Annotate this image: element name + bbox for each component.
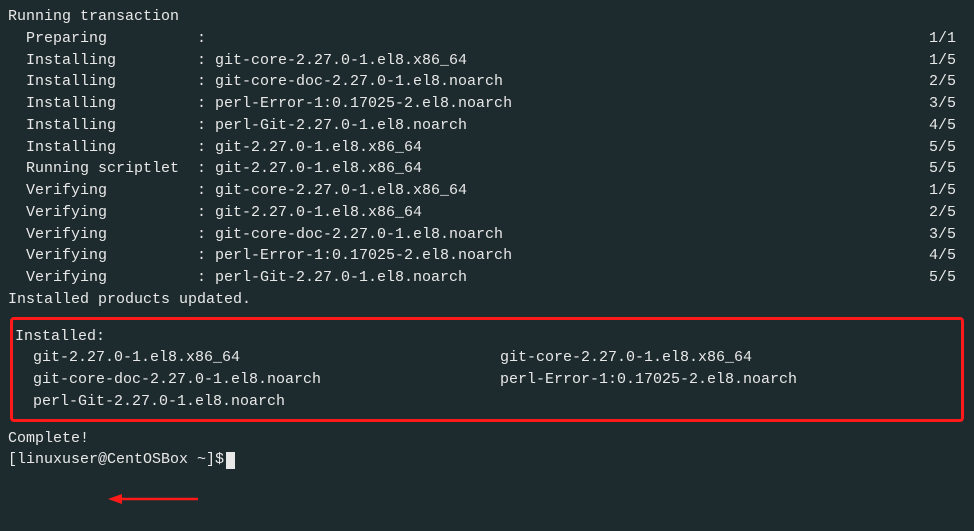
colon: : xyxy=(197,267,215,289)
transaction-row: Verifying: perl-Error-1:0.17025-2.el8.no… xyxy=(8,245,966,267)
progress-counter: 1/1 xyxy=(929,28,966,50)
package-name: git-2.27.0-1.el8.x86_64 xyxy=(215,137,929,159)
action-label: Preparing xyxy=(26,28,197,50)
colon: : xyxy=(197,115,215,137)
installed-grid: git-2.27.0-1.el8.x86_64 git-core-2.27.0-… xyxy=(15,347,959,412)
package-name: perl-Error-1:0.17025-2.el8.noarch xyxy=(215,93,929,115)
complete-message: Complete! xyxy=(8,428,966,450)
action-label: Installing xyxy=(26,50,197,72)
action-label: Verifying xyxy=(26,202,197,224)
transaction-lines: Preparing: 1/1 Installing: git-core-2.27.… xyxy=(8,28,966,289)
installed-item: perl-Git-2.27.0-1.el8.noarch xyxy=(33,391,492,413)
transaction-row: Preparing: 1/1 xyxy=(8,28,966,50)
progress-counter: 2/5 xyxy=(929,202,966,224)
progress-counter: 5/5 xyxy=(929,158,966,180)
colon: : xyxy=(197,245,215,267)
transaction-row: Verifying: git-2.27.0-1.el8.x86_642/5 xyxy=(8,202,966,224)
package-name: git-core-2.27.0-1.el8.x86_64 xyxy=(215,50,929,72)
colon: : xyxy=(197,93,215,115)
action-label: Running scriptlet xyxy=(26,158,197,180)
colon: : xyxy=(197,158,215,180)
cursor-block-icon xyxy=(226,452,235,469)
action-label: Verifying xyxy=(26,180,197,202)
action-label: Verifying xyxy=(26,224,197,246)
colon: : xyxy=(197,28,215,50)
installed-item: perl-Error-1:0.17025-2.el8.noarch xyxy=(500,369,959,391)
progress-counter: 3/5 xyxy=(929,93,966,115)
action-label: Installing xyxy=(26,115,197,137)
colon: : xyxy=(197,137,215,159)
installed-highlight-box: Installed: git-2.27.0-1.el8.x86_64 git-c… xyxy=(10,317,964,422)
colon: : xyxy=(197,50,215,72)
package-name xyxy=(215,28,929,50)
progress-counter: 4/5 xyxy=(929,245,966,267)
package-name: perl-Git-2.27.0-1.el8.noarch xyxy=(215,115,929,137)
transaction-header: Running transaction xyxy=(8,6,966,28)
colon: : xyxy=(197,202,215,224)
action-label: Verifying xyxy=(26,267,197,289)
progress-counter: 1/5 xyxy=(929,180,966,202)
progress-counter: 3/5 xyxy=(929,224,966,246)
shell-prompt: [linuxuser@CentOSBox ~]$ xyxy=(8,449,224,471)
package-name: git-core-2.27.0-1.el8.x86_64 xyxy=(215,180,929,202)
transaction-row: Installing: perl-Error-1:0.17025-2.el8.n… xyxy=(8,93,966,115)
arrow-annotation-icon xyxy=(108,492,198,506)
action-label: Installing xyxy=(26,137,197,159)
transaction-row: Verifying: git-core-2.27.0-1.el8.x86_641… xyxy=(8,180,966,202)
transaction-row: Running scriptlet: git-2.27.0-1.el8.x86_… xyxy=(8,158,966,180)
package-name: git-core-doc-2.27.0-1.el8.noarch xyxy=(215,224,929,246)
transaction-row: Verifying: git-core-doc-2.27.0-1.el8.noa… xyxy=(8,224,966,246)
transaction-row: Verifying: perl-Git-2.27.0-1.el8.noarch5… xyxy=(8,267,966,289)
transaction-row: Installing: git-2.27.0-1.el8.x86_645/5 xyxy=(8,137,966,159)
transaction-row: Installing: perl-Git-2.27.0-1.el8.noarch… xyxy=(8,115,966,137)
progress-counter: 2/5 xyxy=(929,71,966,93)
transaction-row: Installing: git-core-2.27.0-1.el8.x86_64… xyxy=(8,50,966,72)
progress-counter: 1/5 xyxy=(929,50,966,72)
products-updated: Installed products updated. xyxy=(8,289,966,311)
progress-counter: 4/5 xyxy=(929,115,966,137)
progress-counter: 5/5 xyxy=(929,267,966,289)
installed-item: git-core-2.27.0-1.el8.x86_64 xyxy=(500,347,959,369)
installed-header: Installed: xyxy=(15,326,959,348)
progress-counter: 5/5 xyxy=(929,137,966,159)
prompt-line[interactable]: [linuxuser@CentOSBox ~]$ xyxy=(8,449,966,471)
colon: : xyxy=(197,71,215,93)
action-label: Installing xyxy=(26,93,197,115)
package-name: git-core-doc-2.27.0-1.el8.noarch xyxy=(215,71,929,93)
installed-item: git-core-doc-2.27.0-1.el8.noarch xyxy=(33,369,492,391)
colon: : xyxy=(197,224,215,246)
package-name: git-2.27.0-1.el8.x86_64 xyxy=(215,158,929,180)
transaction-row: Installing: git-core-doc-2.27.0-1.el8.no… xyxy=(8,71,966,93)
installed-item: git-2.27.0-1.el8.x86_64 xyxy=(33,347,492,369)
package-name: perl-Error-1:0.17025-2.el8.noarch xyxy=(215,245,929,267)
action-label: Installing xyxy=(26,71,197,93)
package-name: perl-Git-2.27.0-1.el8.noarch xyxy=(215,267,929,289)
colon: : xyxy=(197,180,215,202)
package-name: git-2.27.0-1.el8.x86_64 xyxy=(215,202,929,224)
action-label: Verifying xyxy=(26,245,197,267)
